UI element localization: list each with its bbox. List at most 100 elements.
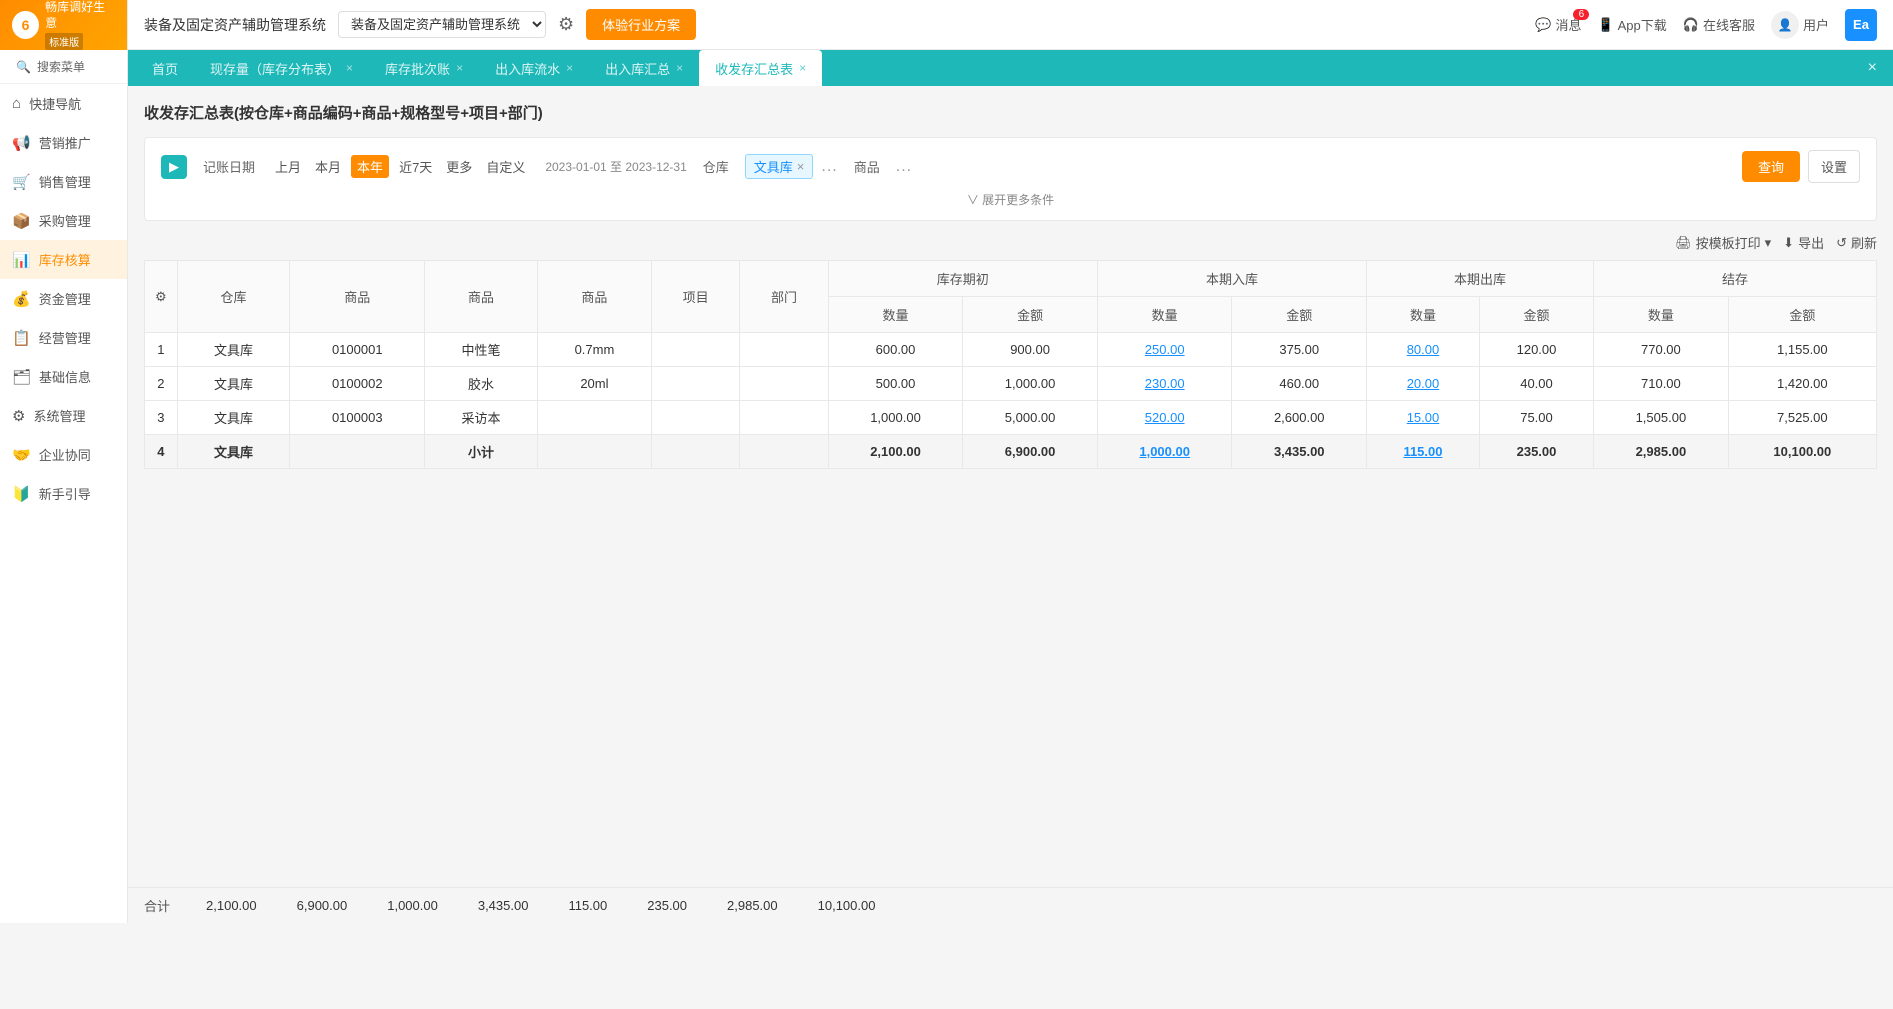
begin-qty-cell: 600.00 xyxy=(828,333,963,367)
settings-icon[interactable]: ⚙ xyxy=(558,14,574,35)
print-button[interactable]: 🖨 按模板打印 ▾ xyxy=(1675,233,1771,252)
end-qty-cell: 770.00 xyxy=(1594,333,1729,367)
sidebar-item-operation[interactable]: 📋 经营管理 xyxy=(0,318,127,357)
in-qty-cell-link[interactable]: 250.00 xyxy=(1145,342,1185,357)
user-avatar-button[interactable]: 👤 用户 xyxy=(1771,11,1829,39)
sidebar-item-basic[interactable]: 🗂 基础信息 xyxy=(0,357,127,396)
out-qty-cell[interactable]: 115.00 xyxy=(1367,435,1480,469)
date-custom[interactable]: 自定义 xyxy=(482,155,529,178)
sidebar-item-purchase[interactable]: 📦 采购管理 xyxy=(0,201,127,240)
spec-cell xyxy=(537,435,651,469)
out-qty-cell-link[interactable]: 15.00 xyxy=(1407,410,1440,425)
date-last-month[interactable]: 上月 xyxy=(271,155,305,178)
col-out-amt-header: 金额 xyxy=(1479,297,1593,333)
out-amt-cell: 235.00 xyxy=(1479,435,1593,469)
tab-inout-flow[interactable]: 出入库流水 × xyxy=(479,50,589,86)
warehouse-tag-close[interactable]: × xyxy=(797,159,805,174)
name-cell: 小计 xyxy=(425,435,538,469)
tab-batch[interactable]: 库存批次账 × xyxy=(369,50,479,86)
warehouse-tag[interactable]: 文具库 × xyxy=(745,154,814,179)
in-qty-cell-link[interactable]: 1,000.00 xyxy=(1139,444,1190,459)
filter-expand-button[interactable]: ▶ xyxy=(161,155,187,179)
sidebar-item-sales[interactable]: 🛒 销售管理 xyxy=(0,162,127,201)
app-download-button[interactable]: 📱 App下载 xyxy=(1597,15,1666,34)
tab-close-inout-flow[interactable]: × xyxy=(566,61,573,75)
sidebar-item-guide[interactable]: 🔰 新手引导 xyxy=(0,474,127,513)
tab-recv-send[interactable]: 收发存汇总表 × xyxy=(699,50,822,86)
try-industry-button[interactable]: 体验行业方案 xyxy=(586,9,696,40)
sidebar-item-enterprise[interactable]: 🤝 企业协同 xyxy=(0,435,127,474)
end-qty-cell: 1,505.00 xyxy=(1594,401,1729,435)
warehouse-dots[interactable]: ... xyxy=(821,158,837,176)
export-icon: ⬇ xyxy=(1783,235,1794,251)
out-qty-cell-link[interactable]: 80.00 xyxy=(1407,342,1440,357)
sidebar-item-marketing[interactable]: 📢 营销推广 xyxy=(0,123,127,162)
ea-avatar: Ea xyxy=(1845,9,1877,41)
in-qty-cell-link[interactable]: 230.00 xyxy=(1145,376,1185,391)
dept-cell xyxy=(740,333,828,367)
in-qty-cell[interactable]: 520.00 xyxy=(1097,401,1232,435)
total-begin-amt: 6,900.00 xyxy=(277,898,368,913)
out-qty-cell[interactable]: 20.00 xyxy=(1367,367,1480,401)
search-menu[interactable]: 🔍 搜索菜单 xyxy=(0,50,127,84)
in-qty-cell[interactable]: 1,000.00 xyxy=(1097,435,1232,469)
tab-inventory-dist[interactable]: 现存量（库存分布表） × xyxy=(194,50,369,86)
logo-sub: 标准版 xyxy=(45,33,83,50)
message-button[interactable]: 💬 消息 6 xyxy=(1535,15,1581,34)
goods-label: 商品 xyxy=(854,157,880,176)
tab-close-inout-summary[interactable]: × xyxy=(676,61,683,75)
date-more[interactable]: 更多 xyxy=(442,155,476,178)
tab-close-recv-send[interactable]: × xyxy=(799,61,806,75)
system-selector[interactable]: 装备及固定资产辅助管理系统 xyxy=(338,11,546,38)
sidebar-item-system[interactable]: ⚙ 系统管理 xyxy=(0,396,127,435)
phone-icon: 📱 xyxy=(1597,17,1613,33)
online-service-button[interactable]: 🎧 在线客服 xyxy=(1683,15,1755,34)
purchase-icon: 📦 xyxy=(12,212,31,230)
out-qty-cell-link[interactable]: 115.00 xyxy=(1403,444,1442,459)
message-icon: 💬 xyxy=(1535,17,1551,33)
tab-close-batch[interactable]: × xyxy=(456,61,463,75)
out-qty-cell[interactable]: 80.00 xyxy=(1367,333,1480,367)
in-qty-cell-link[interactable]: 520.00 xyxy=(1145,410,1185,425)
export-button[interactable]: ⬇ 导出 xyxy=(1783,233,1824,252)
in-qty-cell[interactable]: 250.00 xyxy=(1097,333,1232,367)
system-icon: ⚙ xyxy=(12,407,25,425)
sidebar-item-inventory[interactable]: 📊 库存核算 xyxy=(0,240,127,279)
col-settings-header[interactable]: ⚙ xyxy=(145,261,178,333)
out-qty-cell-link[interactable]: 20.00 xyxy=(1407,376,1440,391)
col-end-header: 结存 xyxy=(1594,261,1877,297)
end-amt-cell: 1,420.00 xyxy=(1728,367,1876,401)
col-out-qty-header: 数量 xyxy=(1367,297,1480,333)
sidebar-item-quick-nav[interactable]: ⌂ 快捷导航 xyxy=(0,84,127,123)
total-out-amt: 235.00 xyxy=(627,898,707,913)
begin-qty-cell: 1,000.00 xyxy=(828,401,963,435)
begin-qty-cell: 500.00 xyxy=(828,367,963,401)
main-content: 收发存汇总表(按仓库+商品编码+商品+规格型号+项目+部门) ▶ 记账日期 上月… xyxy=(128,86,1893,923)
seq-cell: 4 xyxy=(145,435,178,469)
out-amt-cell: 40.00 xyxy=(1479,367,1593,401)
expand-more-button[interactable]: ∨ 展开更多条件 xyxy=(967,191,1054,208)
gear-icon: ⚙ xyxy=(155,289,167,304)
setting-button[interactable]: 设置 xyxy=(1808,150,1860,183)
refresh-icon: ↺ xyxy=(1836,235,1847,251)
in-qty-cell[interactable]: 230.00 xyxy=(1097,367,1232,401)
warehouse-label: 仓库 xyxy=(703,157,729,176)
sidebar-item-finance[interactable]: 💰 资金管理 xyxy=(0,279,127,318)
project-cell xyxy=(652,367,740,401)
date-this-year[interactable]: 本年 xyxy=(351,155,389,178)
query-button[interactable]: 查询 xyxy=(1742,151,1800,182)
tab-home[interactable]: 首页 xyxy=(136,50,194,86)
message-badge: 6 xyxy=(1573,9,1589,20)
date-last7[interactable]: 近7天 xyxy=(395,155,436,178)
table-row: 1文具库0100001中性笔0.7mm600.00900.00250.00375… xyxy=(145,333,1877,367)
begin-amt-cell: 900.00 xyxy=(963,333,1098,367)
inventory-icon: 📊 xyxy=(12,251,31,269)
goods-dots[interactable]: ... xyxy=(896,158,912,176)
tab-close-inventory-dist[interactable]: × xyxy=(346,61,353,75)
refresh-button[interactable]: ↺ 刷新 xyxy=(1836,233,1877,252)
spec-cell: 20ml xyxy=(537,367,651,401)
date-this-month[interactable]: 本月 xyxy=(311,155,345,178)
close-all-tabs-button[interactable]: × xyxy=(1860,59,1885,77)
out-qty-cell[interactable]: 15.00 xyxy=(1367,401,1480,435)
tab-inout-summary[interactable]: 出入库汇总 × xyxy=(589,50,699,86)
